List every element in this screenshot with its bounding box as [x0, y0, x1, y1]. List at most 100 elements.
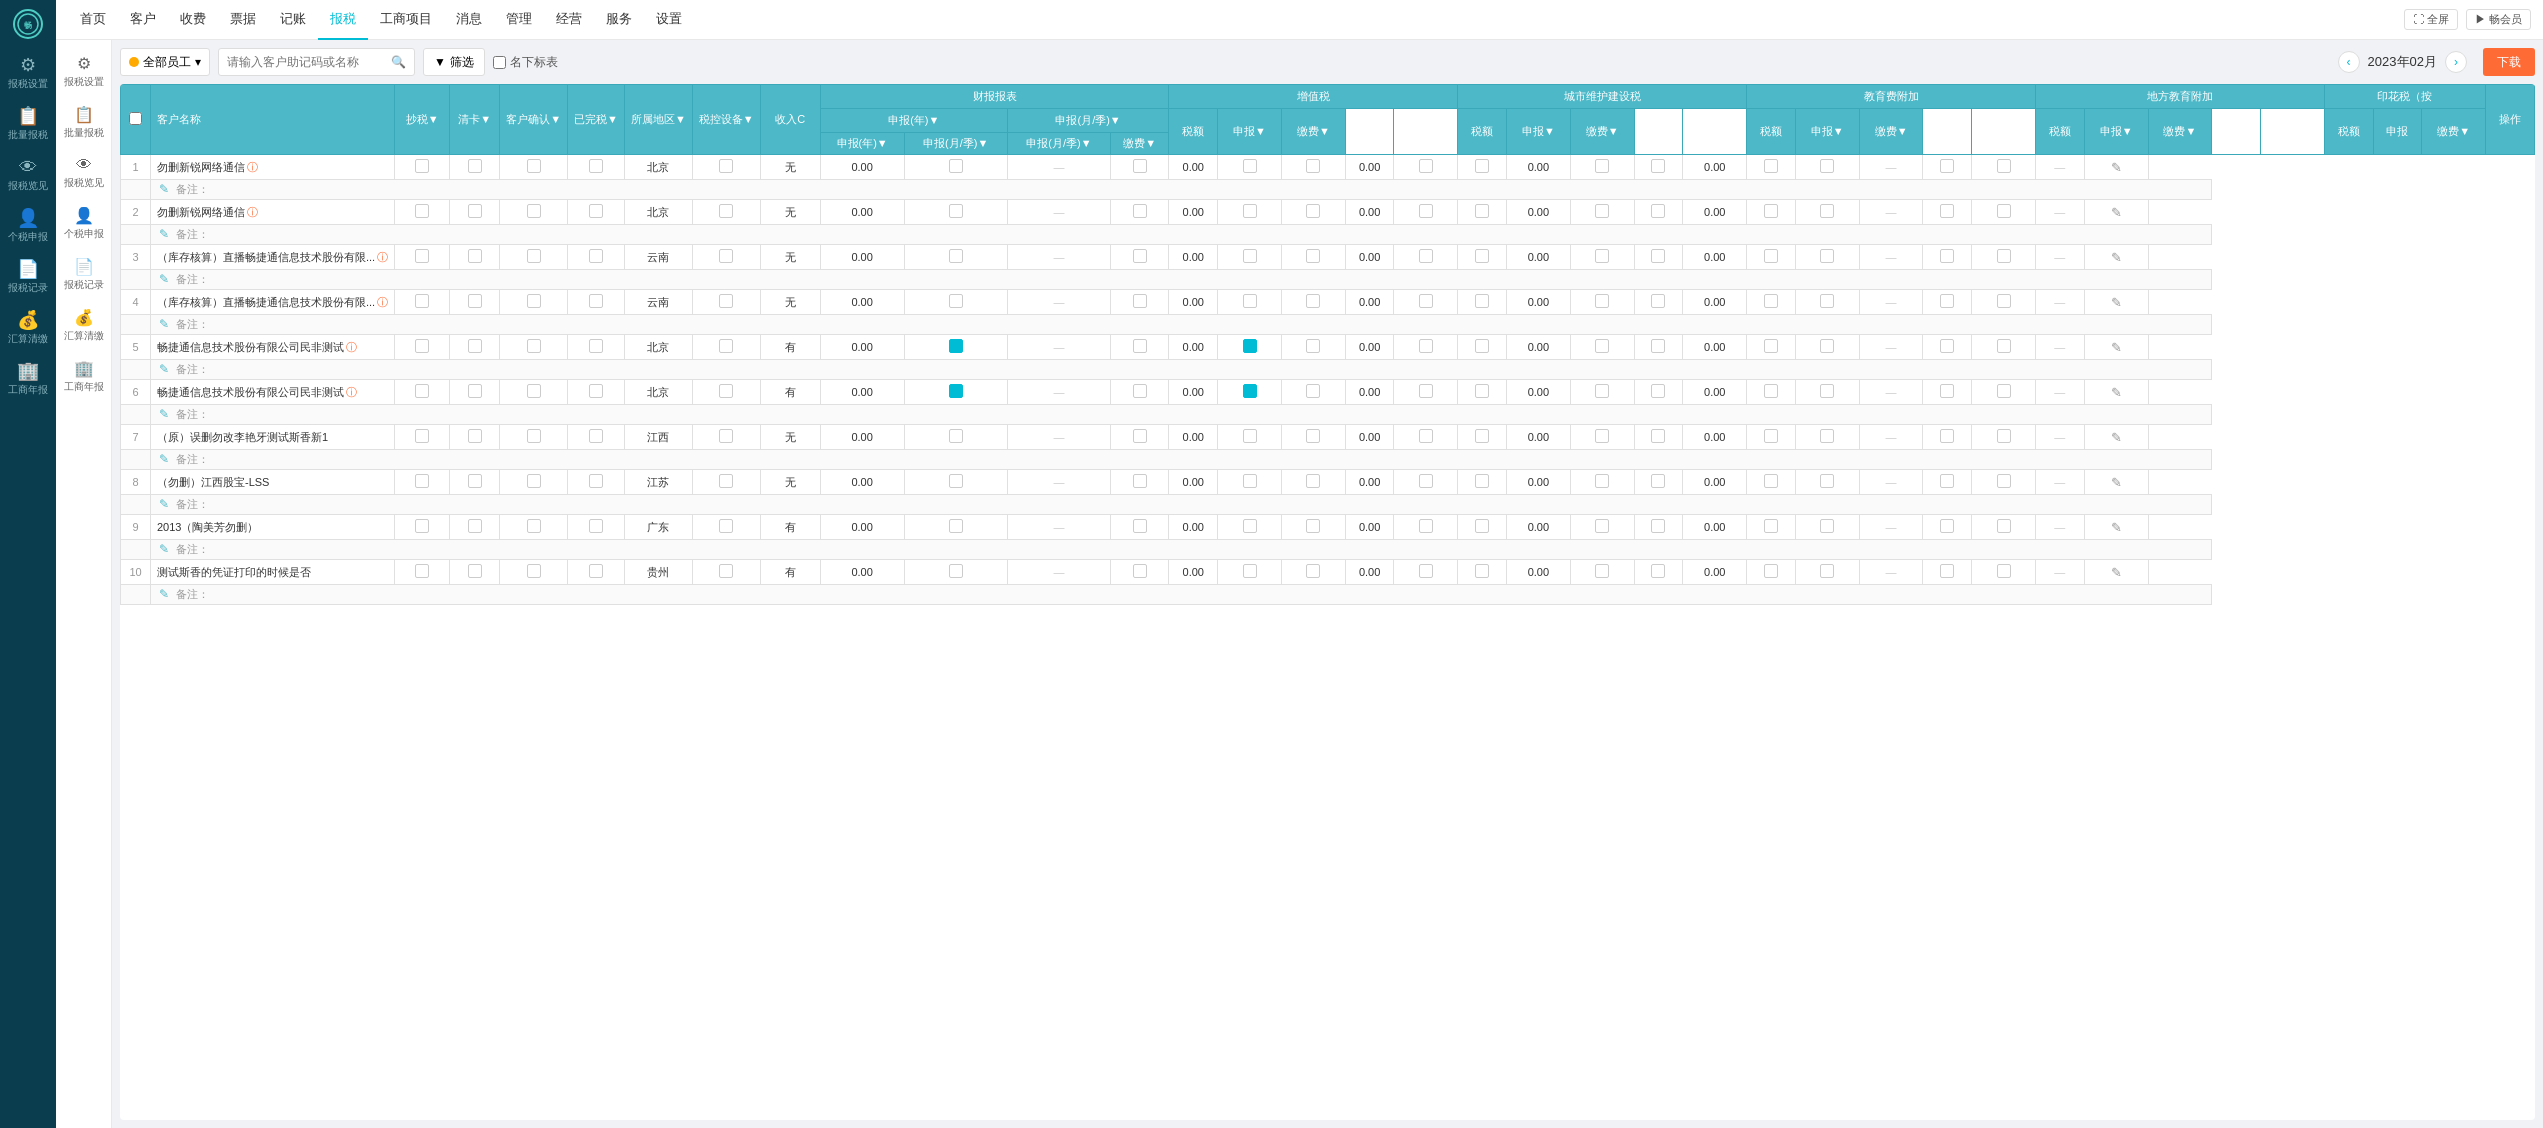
row-confirm[interactable] — [500, 155, 568, 180]
check-cell[interactable] — [949, 159, 963, 173]
check-cell[interactable] — [1475, 249, 1489, 263]
check-cell[interactable] — [1997, 159, 2011, 173]
row-fin-cb2[interactable] — [1111, 155, 1169, 180]
check-cell[interactable] — [1764, 294, 1778, 308]
check-cell[interactable] — [527, 429, 541, 443]
check-cell[interactable] — [1243, 339, 1257, 353]
row-edu-cb1[interactable] — [1570, 200, 1634, 225]
check-cell[interactable] — [1997, 339, 2011, 353]
row-taxcopy[interactable] — [395, 200, 450, 225]
check-cell[interactable] — [1243, 159, 1257, 173]
check-cell[interactable] — [1475, 339, 1489, 353]
row-city-cb2[interactable] — [1458, 560, 1507, 585]
row-local-cb1[interactable] — [1747, 560, 1796, 585]
edit-icon[interactable]: ✎ — [2111, 430, 2122, 445]
row-vat-cb2[interactable] — [1281, 470, 1345, 495]
row-vat-cb1[interactable] — [1218, 425, 1282, 450]
th-stamp-declare[interactable]: 申报 — [2373, 109, 2422, 155]
check-cell[interactable] — [1419, 474, 1433, 488]
edit-icon[interactable]: ✎ — [2111, 385, 2122, 400]
check-cell[interactable] — [719, 204, 733, 218]
note-content[interactable]: ✎ 备注： — [151, 495, 2212, 515]
row-city-cb2[interactable] — [1458, 155, 1507, 180]
row-city-cb1[interactable] — [1394, 380, 1458, 405]
th-fin-year[interactable]: 申报(年)▼ — [820, 109, 1007, 133]
check-cell[interactable] — [1243, 564, 1257, 578]
row-clearcard[interactable] — [450, 560, 500, 585]
row-confirm[interactable] — [500, 560, 568, 585]
nav-tax[interactable]: 报税 — [318, 0, 368, 40]
check-cell[interactable] — [1940, 384, 1954, 398]
row-taxcopy[interactable] — [395, 245, 450, 270]
check-cell[interactable] — [1764, 474, 1778, 488]
row-edu-cb1[interactable] — [1570, 155, 1634, 180]
sidebar-item-piliangbaoshui[interactable]: 📋 批量报税 — [0, 99, 56, 150]
row-city-cb2[interactable] — [1458, 470, 1507, 495]
row-city-cb2[interactable] — [1458, 425, 1507, 450]
check-cell[interactable] — [719, 474, 733, 488]
fullscreen-btn[interactable]: ⛶ 全屏 — [2404, 9, 2458, 30]
check-cell[interactable] — [949, 519, 963, 533]
check-cell[interactable] — [949, 249, 963, 263]
check-cell[interactable] — [1764, 519, 1778, 533]
table-container[interactable]: 客户名称 抄税▼ 清卡▼ 客户确认▼ 已完税▼ 所属地区▼ 税控设备▼ 收入C … — [120, 84, 2535, 1120]
check-cell[interactable] — [719, 159, 733, 173]
row-taxdev[interactable] — [692, 245, 760, 270]
check-cell[interactable] — [1595, 474, 1609, 488]
check-cell[interactable] — [1475, 474, 1489, 488]
row-city-cb1[interactable] — [1394, 245, 1458, 270]
check-cell[interactable] — [589, 204, 603, 218]
row-vat-cb2[interactable] — [1281, 560, 1345, 585]
row-edu-cb2[interactable] — [1634, 470, 1683, 495]
row-local-cb2[interactable] — [1795, 245, 1859, 270]
row-edu-cb2[interactable] — [1634, 290, 1683, 315]
check-cell[interactable] — [1133, 294, 1147, 308]
left-panel-record[interactable]: 📄 报税记录 — [59, 251, 109, 298]
check-cell[interactable] — [1475, 294, 1489, 308]
row-edu-cb2[interactable] — [1634, 245, 1683, 270]
check-cell[interactable] — [1651, 429, 1665, 443]
check-cell[interactable] — [415, 159, 429, 173]
row-stamp-cb2[interactable] — [1972, 515, 2036, 540]
sidebar-item-geshui[interactable]: 👤 个税申报 — [0, 201, 56, 252]
edit-icon[interactable]: ✎ — [2111, 340, 2122, 355]
row-vat-cb2[interactable] — [1281, 380, 1345, 405]
check-cell[interactable] — [1243, 384, 1257, 398]
edit-icon[interactable]: ✎ — [2111, 250, 2122, 265]
check-cell[interactable] — [1419, 384, 1433, 398]
edit-icon[interactable]: ✎ — [2111, 205, 2122, 220]
row-declared[interactable] — [568, 245, 625, 270]
note-content[interactable]: ✎ 备注： — [151, 585, 2212, 605]
row-edit[interactable]: ✎ — [2084, 290, 2148, 315]
note-content[interactable]: ✎ 备注： — [151, 315, 2212, 335]
row-declared[interactable] — [568, 155, 625, 180]
row-local-cb1[interactable] — [1747, 380, 1796, 405]
check-cell[interactable] — [468, 159, 482, 173]
edit-icon[interactable]: ✎ — [2111, 520, 2122, 535]
row-stamp-cb1[interactable] — [1923, 335, 1972, 360]
check-cell[interactable] — [1306, 204, 1320, 218]
check-cell[interactable] — [949, 204, 963, 218]
row-city-cb1[interactable] — [1394, 290, 1458, 315]
note-content[interactable]: ✎ 备注： — [151, 540, 2212, 560]
row-edu-cb2[interactable] — [1634, 425, 1683, 450]
row-declared[interactable] — [568, 425, 625, 450]
check-cell[interactable] — [1940, 519, 1954, 533]
row-clearcard[interactable] — [450, 155, 500, 180]
check-cell[interactable] — [415, 519, 429, 533]
row-edu-cb2[interactable] — [1634, 200, 1683, 225]
row-stamp-cb2[interactable] — [1972, 425, 2036, 450]
check-cell[interactable] — [719, 429, 733, 443]
check-cell[interactable] — [1306, 474, 1320, 488]
check-cell[interactable] — [415, 474, 429, 488]
row-local-cb2[interactable] — [1795, 560, 1859, 585]
row-city-cb1[interactable] — [1394, 515, 1458, 540]
row-local-cb2[interactable] — [1795, 290, 1859, 315]
row-confirm[interactable] — [500, 515, 568, 540]
row-fin-cb2[interactable] — [1111, 335, 1169, 360]
row-fin-cb2[interactable] — [1111, 200, 1169, 225]
row-stamp-cb1[interactable] — [1923, 515, 1972, 540]
check-cell[interactable] — [1133, 519, 1147, 533]
check-cell[interactable] — [1306, 384, 1320, 398]
check-cell[interactable] — [1764, 249, 1778, 263]
